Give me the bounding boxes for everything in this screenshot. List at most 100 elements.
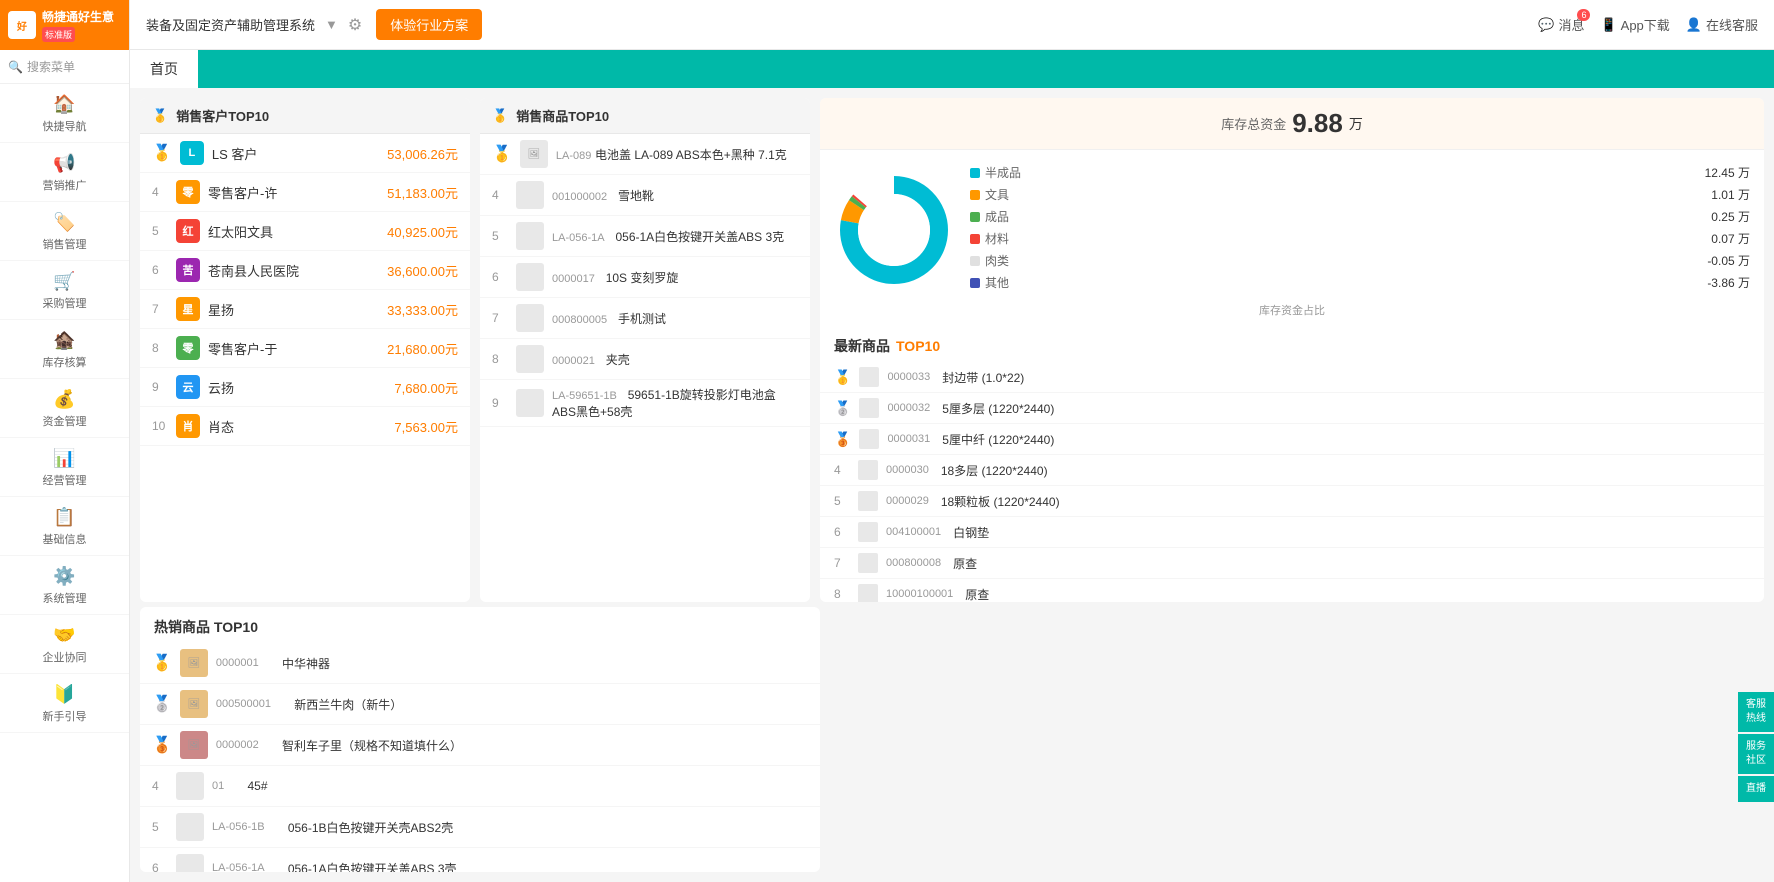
product-info: 0000017 10S 变刻罗旋 <box>552 269 798 286</box>
product-info: 0000021 夹壳 <box>552 351 798 368</box>
image-icon: 🖼 <box>188 658 201 669</box>
list-item: 4 零 零售客户-许 51,183.00元 <box>140 173 470 212</box>
list-item: 9 云 云扬 7,680.00元 <box>140 368 470 407</box>
new-product-item: 🥉 0000031 5厘中纤 (1220*2440) <box>820 424 1764 455</box>
product-thumb <box>858 460 878 480</box>
product-item: 7 000800005 手机测试 <box>480 298 810 339</box>
guide-icon: 🔰 <box>53 684 75 705</box>
messages-button[interactable]: 💬 消息 6 <box>1538 15 1584 34</box>
float-buttons: 客服 热线 服务 社区 直播 <box>1738 692 1774 802</box>
logo-text: 畅捷通好生意 标准版 <box>42 8 114 42</box>
avatar: 苦 <box>176 258 200 282</box>
sidebar-item-operations[interactable]: 📊 经营管理 <box>0 438 129 497</box>
trial-button[interactable]: 体验行业方案 <box>376 9 482 40</box>
product-thumb <box>516 181 544 209</box>
sidebar-item-inventory[interactable]: 🏚️ 库存核算 <box>0 320 129 379</box>
product-thumb <box>858 491 878 511</box>
product-thumb: 🖼 <box>180 649 208 677</box>
sidebar-item-basic-info[interactable]: 📋 基础信息 <box>0 497 129 556</box>
chart-label: 库存资金占比 <box>820 302 1764 326</box>
product-thumb <box>176 813 204 841</box>
top-products-sold-title: 销售商品TOP10 <box>516 106 609 125</box>
product-thumb <box>858 522 878 542</box>
top-products-sold-list: 🥇 🖼 LA-089 电池盖 LA-089 ABS本色+黑种 7.1克 4 00… <box>480 134 810 602</box>
list-item: 10 肖 肖态 7,563.00元 <box>140 407 470 446</box>
avatar: L <box>180 141 204 165</box>
donut-chart <box>834 170 954 290</box>
list-item: 7 星 星扬 33,333.00元 <box>140 290 470 329</box>
list-item: 🥇 L LS 客户 53,006.26元 <box>140 134 470 173</box>
sidebar-item-purchase[interactable]: 🛒 采购管理 <box>0 261 129 320</box>
product-info: LA-59651-1B 59651-1B旋转投影灯电池盒ABS黑色+58壳 <box>552 386 798 420</box>
phone-icon: 📱 <box>1600 17 1616 33</box>
gold-medal-icon: 🥇 <box>152 653 172 673</box>
new-product-item: 🥇 0000033 封边带 (1.0*22) <box>820 362 1764 393</box>
sidebar-item-system[interactable]: ⚙️ 系统管理 <box>0 556 129 615</box>
dropdown-arrow-icon[interactable]: ▼ <box>325 17 338 32</box>
legend-item: 材料 0.07 万 <box>970 230 1750 247</box>
top-customers-title: 销售客户TOP10 <box>176 106 269 125</box>
avatar: 零 <box>176 336 200 360</box>
product-thumb <box>516 222 544 250</box>
product-item: 8 0000021 夹壳 <box>480 339 810 380</box>
sidebar-item-guide[interactable]: 🔰 新手引导 <box>0 674 129 733</box>
product-thumb: 🖼 <box>180 690 208 718</box>
tab-home[interactable]: 首页 <box>130 50 198 88</box>
finance-icon: 💰 <box>53 389 75 410</box>
bottom-row: 热销商品 TOP10 🥇 🖼 0000001 中华神器 🥈 🖼 000 <box>130 602 1774 882</box>
product-info: LA-056-1A 056-1A白色按键开关盖ABS 3克 <box>552 228 798 245</box>
app-download-button[interactable]: 📱 App下载 <box>1600 15 1669 34</box>
avatar: 红 <box>176 219 200 243</box>
legend-item: 成品 0.25 万 <box>970 208 1750 225</box>
logo-icon: 好 <box>8 11 36 39</box>
product-thumb <box>858 584 878 602</box>
product-thumb <box>859 429 879 449</box>
image-icon: 🖼 <box>188 740 201 751</box>
new-product-item: 🥈 0000032 5厘多层 (1220*2440) <box>820 393 1764 424</box>
hot-products-list: 🥇 🖼 0000001 中华神器 🥈 🖼 000500001 新西兰牛肉（新牛） <box>140 643 820 872</box>
hot-products-panel: 热销商品 TOP10 🥇 🖼 0000001 中华神器 🥈 🖼 000 <box>140 607 820 872</box>
sidebar-item-corp[interactable]: 🤝 企业协同 <box>0 615 129 674</box>
legend-color <box>970 190 980 200</box>
sidebar-search[interactable]: 🔍 搜索菜单 <box>0 50 129 84</box>
chart-legend: 半成品 12.45 万 文具 1.01 万 成品 0.25 万 <box>970 164 1750 296</box>
corp-icon: 🤝 <box>53 625 75 646</box>
new-product-item: 4 0000030 18多层 (1220*2440) <box>820 455 1764 486</box>
sidebar-item-marketing[interactable]: 📢 营销推广 <box>0 143 129 202</box>
product-item: 4 001000002 雪地靴 <box>480 175 810 216</box>
product-item: 🥇 🖼 LA-089 电池盖 LA-089 ABS本色+黑种 7.1克 <box>480 134 810 175</box>
legend-item: 肉类 -0.05 万 <box>970 252 1750 269</box>
new-product-item: 8 10000100001 原查 <box>820 579 1764 602</box>
product-thumb <box>516 263 544 291</box>
live-broadcast-button[interactable]: 直播 <box>1738 776 1774 802</box>
gear-icon[interactable]: ⚙ <box>348 15 362 35</box>
product-info: LA-089 电池盖 LA-089 ABS本色+黑种 7.1克 <box>556 146 798 163</box>
product-thumb: 🖼 <box>520 140 548 168</box>
sidebar-item-quick-nav[interactable]: 🏠 快捷导航 <box>0 84 129 143</box>
image-placeholder-icon: 🖼 <box>528 149 541 160</box>
avatar: 零 <box>176 180 200 204</box>
customer-service-button[interactable]: 客服 热线 <box>1738 692 1774 732</box>
main-area: 装备及固定资产辅助管理系统 ▼ ⚙ 体验行业方案 💬 消息 6 📱 App下载 … <box>130 0 1774 882</box>
medal-icon: 🥇 <box>152 108 168 124</box>
legend-item: 其他 -3.86 万 <box>970 274 1750 291</box>
header: 装备及固定资产辅助管理系统 ▼ ⚙ 体验行业方案 💬 消息 6 📱 App下载 … <box>130 0 1774 50</box>
legend-color <box>970 256 980 266</box>
online-service-button[interactable]: 👤 在线客服 <box>1686 15 1758 34</box>
chart-area: 半成品 12.45 万 文具 1.01 万 成品 0.25 万 <box>820 150 1764 310</box>
gold-medal-icon: 🥇 <box>834 369 851 386</box>
product-item: 5 LA-056-1B 056-1B白色按键开关壳ABS2壳 <box>140 807 820 848</box>
bronze-medal-icon: 🥉 <box>152 735 172 755</box>
service-community-button[interactable]: 服务 社区 <box>1738 734 1774 774</box>
legend-item: 半成品 12.45 万 <box>970 164 1750 181</box>
sidebar-item-sales[interactable]: 🏷️ 销售管理 <box>0 202 129 261</box>
new-product-item: 6 004100001 白钢垫 <box>820 517 1764 548</box>
product-thumb <box>516 389 544 417</box>
product-info: 001000002 雪地靴 <box>552 187 798 204</box>
top-customers-header: 🥇 销售客户TOP10 <box>140 98 470 134</box>
inventory-total-label: 库存总资金 <box>1221 114 1286 133</box>
product-thumb <box>176 854 204 872</box>
sidebar-logo: 好 畅捷通好生意 标准版 <box>0 0 129 50</box>
silver-medal-icon: 🥈 <box>152 694 172 714</box>
sidebar-item-finance[interactable]: 💰 资金管理 <box>0 379 129 438</box>
